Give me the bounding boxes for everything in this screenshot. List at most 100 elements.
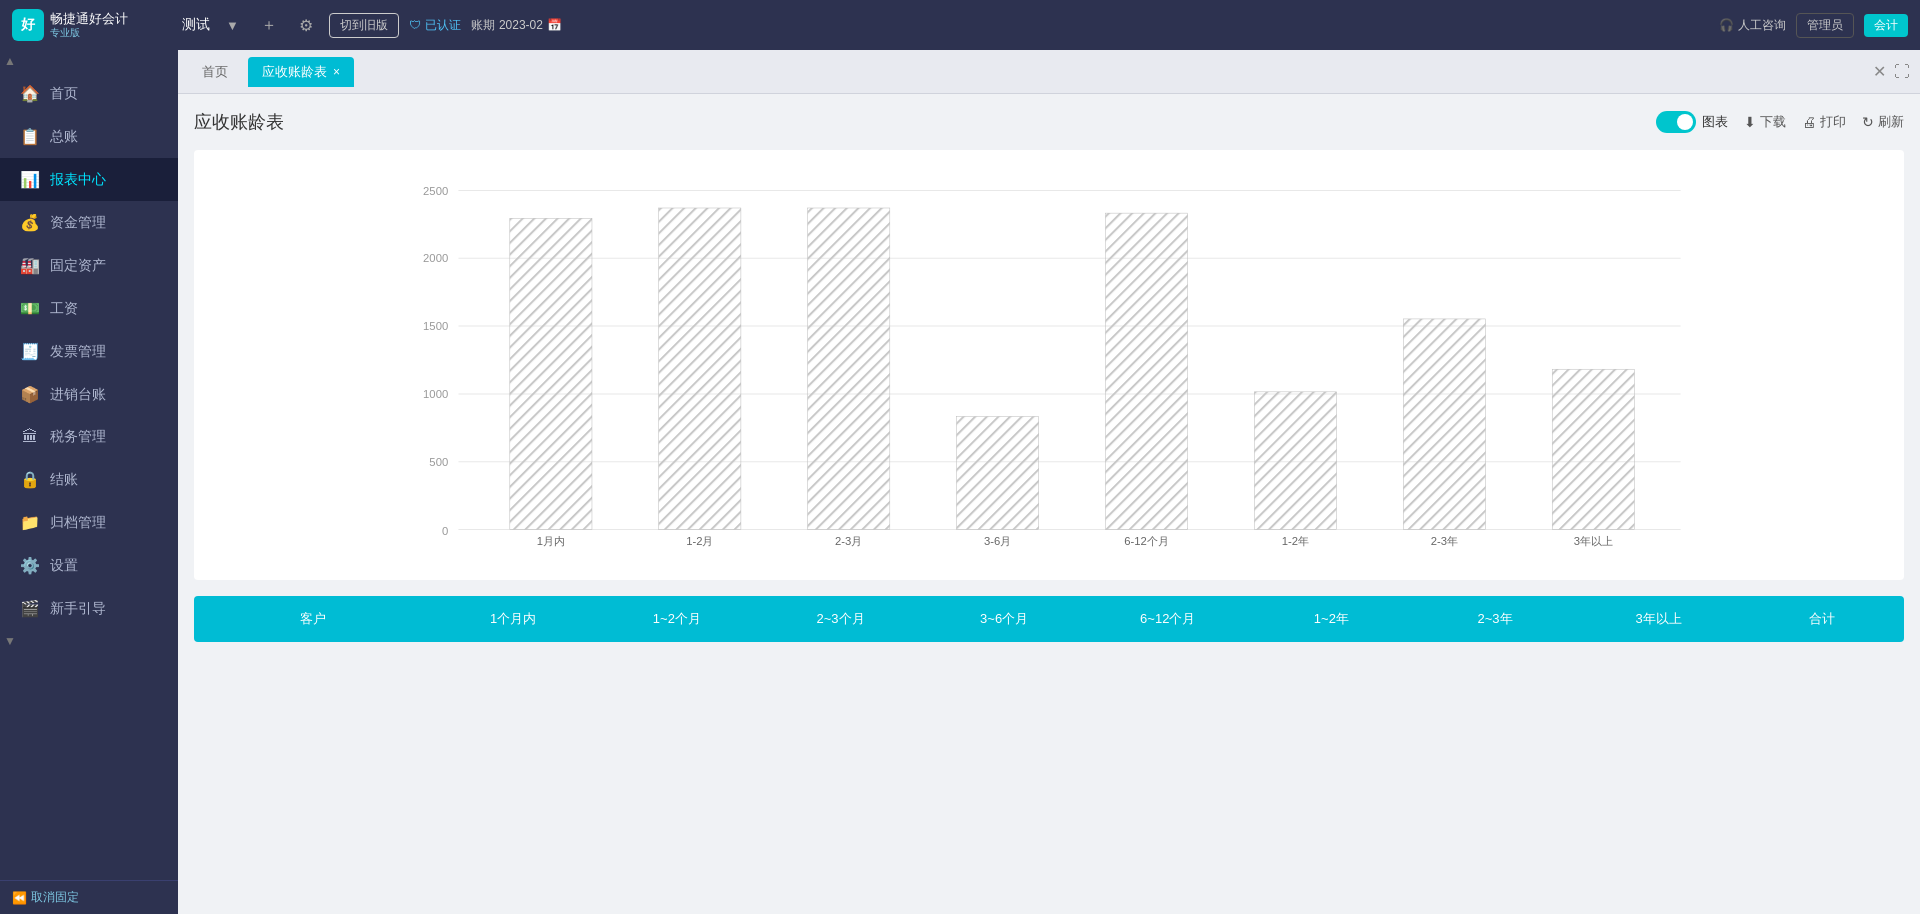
svg-text:3年以上: 3年以上 [1574,535,1613,547]
sidebar-item-funds[interactable]: 💰 资金管理 [0,201,178,244]
svg-text:6-12个月: 6-12个月 [1124,535,1169,547]
home-icon: 🏠 [20,84,40,103]
sidebar-item-closing[interactable]: 🔒 结账 [0,458,178,501]
print-btn[interactable]: 🖨 打印 [1802,113,1846,131]
svg-text:0: 0 [442,525,448,537]
main-layout: ▲ 🏠 首页 📋 总账 📊 报表中心 💰 资金管理 🏭 固定资产 [0,50,1920,914]
pin-icon: ⏪ [12,891,27,905]
sidebar-item-home[interactable]: 🏠 首页 [0,72,178,115]
tax-icon: 🏛 [20,428,40,446]
svg-text:1-2年: 1-2年 [1282,535,1309,547]
svg-text:3-6月: 3-6月 [984,535,1011,547]
svg-text:1000: 1000 [423,388,448,400]
header-right: 🎧 人工咨询 管理员 会计 [1719,13,1908,38]
sidebar-item-payroll[interactable]: 💵 工资 [0,287,178,330]
chart-toggle-switch[interactable] [1656,111,1696,133]
sidebar-item-inventory[interactable]: 📦 进销台账 [0,373,178,416]
svg-text:2-3月: 2-3月 [835,535,862,547]
logo-icon: 好 [12,9,44,41]
tab-bar: 首页 应收账龄表 × ✕ ⛶ [178,50,1920,94]
role-btn[interactable]: 会计 [1864,14,1908,37]
th-customer: 客户 [194,596,431,642]
bar-chart: 0 500 1000 1500 2000 2500 [214,170,1884,550]
tab-bar-right: ✕ ⛶ [1873,62,1910,81]
user-btn[interactable]: 管理员 [1796,13,1854,38]
sidebar-item-assets[interactable]: 🏭 固定资产 [0,244,178,287]
company-name: 测试 [182,16,210,34]
sidebar-item-invoice[interactable]: 🧾 发票管理 [0,330,178,373]
archive-icon: 📁 [20,513,40,532]
tab-receivable-aging[interactable]: 应收账龄表 × [248,57,354,87]
page-header: 应收账龄表 图表 ⬇ 下载 🖨 打印 ↻ [194,110,1904,134]
svg-text:2500: 2500 [423,185,448,197]
sidebar-scroll-down[interactable]: ▼ [0,630,20,652]
svg-rect-25 [1403,319,1485,530]
cancel-fixed-btn[interactable]: ⏪ 取消固定 [12,889,79,906]
th-1-2month: 1~2个月 [595,596,759,642]
tab-home[interactable]: 首页 [188,57,242,87]
svg-rect-17 [808,208,890,529]
ledger-icon: 📋 [20,127,40,146]
page-actions: 图表 ⬇ 下载 🖨 打印 ↻ 刷新 [1656,111,1904,133]
customer-service-btn[interactable]: 🎧 人工咨询 [1719,17,1786,34]
table-container: 客户 1个月内 1~2个月 2~3个月 3~6个月 6~12个月 1~2年 2~… [194,596,1904,642]
logo-area: 好 畅捷通好会计 专业版 [12,9,172,41]
tab-close-btn[interactable]: × [333,65,340,79]
th-3-6month: 3~6个月 [922,596,1086,642]
payroll-icon: 💵 [20,299,40,318]
svg-rect-23 [1254,392,1336,530]
th-3year-plus: 3年以上 [1577,596,1741,642]
calendar-icon[interactable]: 📅 [547,18,562,32]
chart-toggle-container: 图表 [1656,111,1728,133]
svg-text:2000: 2000 [423,252,448,264]
logo-text: 畅捷通好会计 专业版 [50,11,128,39]
sidebar-item-archive[interactable]: 📁 归档管理 [0,501,178,544]
settings-sidebar-icon: ⚙️ [20,556,40,575]
funds-icon: 💰 [20,213,40,232]
page-title: 应收账龄表 [194,110,284,134]
refresh-btn[interactable]: ↻ 刷新 [1862,113,1904,131]
th-1month: 1个月内 [431,596,595,642]
sidebar-item-settings[interactable]: ⚙️ 设置 [0,544,178,587]
inventory-icon: 📦 [20,385,40,404]
svg-text:1-2月: 1-2月 [686,535,713,547]
sidebar-scroll: ▲ 🏠 首页 📋 总账 📊 报表中心 💰 资金管理 🏭 固定资产 [0,50,178,880]
th-total: 合计 [1740,596,1904,642]
sidebar-item-ledger[interactable]: 📋 总账 [0,115,178,158]
th-6-12month: 6~12个月 [1086,596,1250,642]
th-2-3month: 2~3个月 [759,596,923,642]
tab-close-window-btn[interactable]: ✕ [1873,62,1886,81]
print-icon: 🖨 [1802,114,1816,130]
svg-text:1月内: 1月内 [537,535,565,547]
svg-rect-21 [1105,213,1187,529]
newbie-icon: 🎬 [20,599,40,618]
chart-toggle-label: 图表 [1702,113,1728,131]
tab-expand-btn[interactable]: ⛶ [1894,63,1910,81]
header-middle: 测试 ▼ ＋ ⚙ 切到旧版 🛡 已认证 账期 2023-02 📅 [172,13,1719,38]
svg-rect-19 [957,416,1039,529]
switch-version-btn[interactable]: 切到旧版 [329,13,399,38]
reports-icon: 📊 [20,170,40,189]
svg-text:500: 500 [429,456,448,468]
svg-text:2-3年: 2-3年 [1431,535,1458,547]
sidebar-item-reports[interactable]: 📊 报表中心 [0,158,178,201]
svg-rect-13 [510,218,592,529]
period-info: 账期 2023-02 📅 [471,17,562,34]
th-1-2year: 1~2年 [1250,596,1414,642]
settings-btn[interactable]: ⚙ [293,14,319,37]
sidebar: ▲ 🏠 首页 📋 总账 📊 报表中心 💰 资金管理 🏭 固定资产 [0,50,178,914]
company-dropdown-btn[interactable]: ▼ [220,16,245,35]
page-content: 应收账龄表 图表 ⬇ 下载 🖨 打印 ↻ [178,94,1920,914]
svg-rect-15 [659,208,741,529]
refresh-icon: ↻ [1862,114,1874,130]
sidebar-scroll-up[interactable]: ▲ [0,50,20,72]
invoice-icon: 🧾 [20,342,40,361]
certified-badge: 🛡 已认证 [409,17,461,34]
closing-icon: 🔒 [20,470,40,489]
chart-container: 0 500 1000 1500 2000 2500 [194,150,1904,580]
add-btn[interactable]: ＋ [255,13,283,38]
sidebar-item-tax[interactable]: 🏛 税务管理 [0,416,178,458]
download-btn[interactable]: ⬇ 下载 [1744,113,1786,131]
sidebar-item-newbie[interactable]: 🎬 新手引导 [0,587,178,630]
chart-wrapper: 0 500 1000 1500 2000 2500 [214,170,1884,550]
